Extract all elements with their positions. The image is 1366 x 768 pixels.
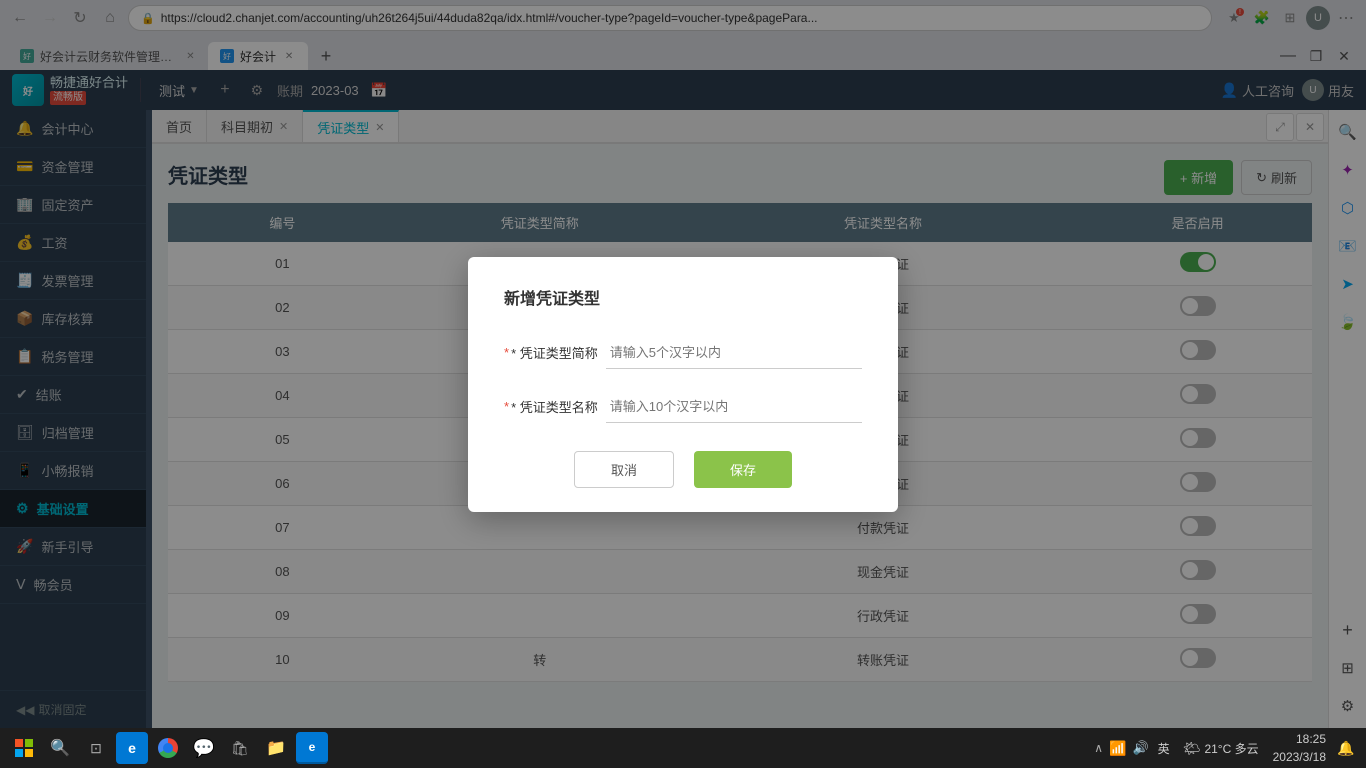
taskbar-wechat-icon[interactable]: 💬 <box>188 732 220 764</box>
taskbar-store-icon[interactable]: 🛍 <box>224 732 256 764</box>
modal-name-field: * * 凭证类型名称 <box>504 391 862 423</box>
taskbar-datetime[interactable]: 18:25 2023/3/18 <box>1269 730 1330 766</box>
taskbar-sys-icons: ∧ 📶 🔊 英 <box>1094 740 1172 757</box>
taskbar-chrome-icon[interactable] <box>152 732 184 764</box>
taskbar-sound-icon[interactable]: 🔊 <box>1132 740 1148 756</box>
taskbar-edge2-icon[interactable]: e <box>296 732 328 764</box>
taskbar-search-btn[interactable]: 🔍 <box>44 732 76 764</box>
taskbar-up-arrow[interactable]: ∧ <box>1094 741 1103 755</box>
taskbar-notification-btn[interactable]: 🔔 <box>1334 736 1358 760</box>
modal-buttons: 取消 保存 <box>504 451 862 488</box>
abbr-field-label: * 凭证类型简称 <box>511 343 598 362</box>
cancel-button[interactable]: 取消 <box>574 451 674 488</box>
taskbar-wifi-icon[interactable]: 📶 <box>1109 740 1126 757</box>
modal-overlay: 新增凭证类型 * * 凭证类型简称 * * 凭证类型名称 取消 保存 <box>0 0 1366 768</box>
taskbar-weather-info[interactable]: 🌤 21°C 多云 <box>1177 740 1265 757</box>
start-btn[interactable] <box>8 732 40 764</box>
name-required-marker: * <box>504 399 509 414</box>
name-input[interactable] <box>606 391 862 423</box>
abbr-input[interactable] <box>606 337 862 369</box>
taskbar-edge-icon[interactable]: e <box>116 732 148 764</box>
weather-icon: 🌤 <box>1183 740 1201 757</box>
taskbar-time: 18:25 <box>1273 730 1326 748</box>
taskbar-date: 2023/3/18 <box>1273 748 1326 766</box>
taskbar-taskview-btn[interactable]: ⊡ <box>80 732 112 764</box>
name-field-label: * 凭证类型名称 <box>511 397 598 416</box>
taskbar-folder-icon[interactable]: 📁 <box>260 732 292 764</box>
modal-abbr-field: * * 凭证类型简称 <box>504 337 862 369</box>
weather-text: 21°C 多云 <box>1204 740 1258 757</box>
taskbar-lang[interactable]: 英 <box>1155 740 1173 757</box>
modal-dialog: 新增凭证类型 * * 凭证类型简称 * * 凭证类型名称 取消 保存 <box>468 257 898 512</box>
taskbar: 🔍 ⊡ e 💬 🛍 📁 e ∧ 📶 🔊 英 🌤 21°C 多云 18:25 20… <box>0 728 1366 768</box>
abbr-required-marker: * <box>504 345 509 360</box>
save-button[interactable]: 保存 <box>694 451 792 488</box>
modal-title: 新增凭证类型 <box>504 285 862 309</box>
